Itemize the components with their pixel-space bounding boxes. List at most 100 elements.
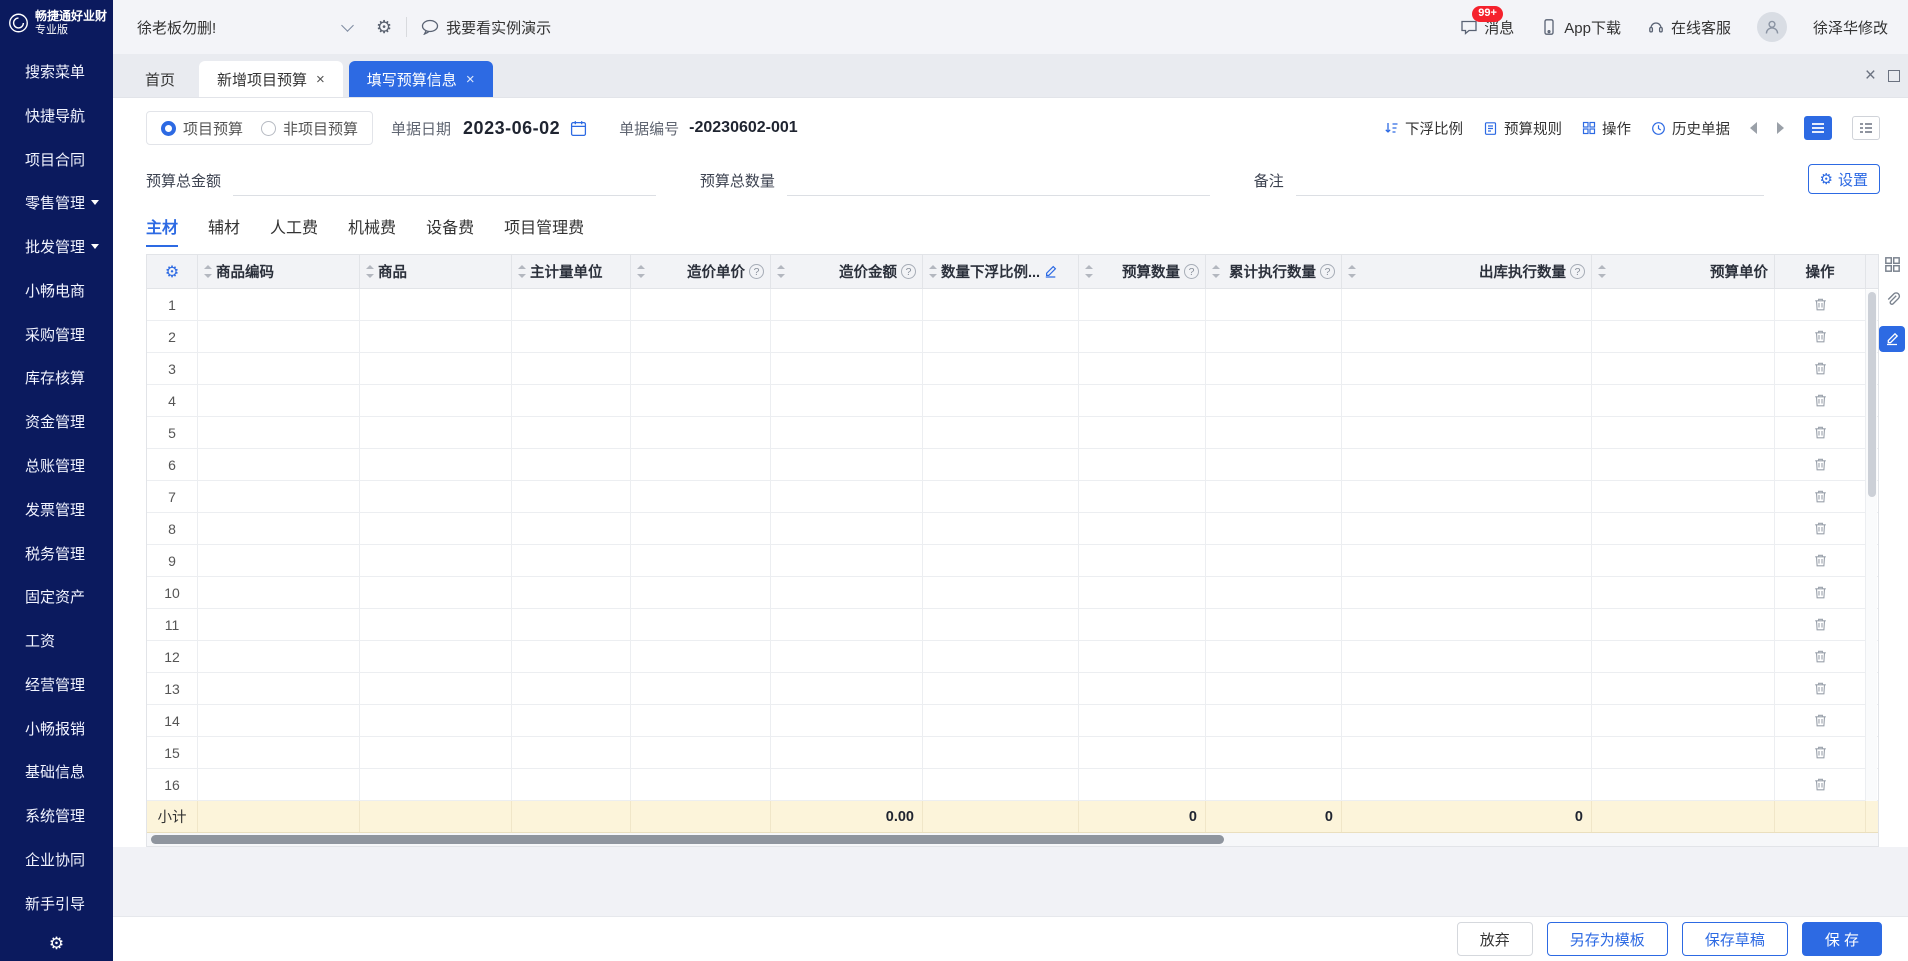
table-cell[interactable] (771, 289, 923, 320)
delete-row-icon[interactable] (1813, 329, 1828, 344)
attachment-icon[interactable] (1884, 291, 1901, 308)
table-cell[interactable] (1342, 737, 1592, 768)
tab-close-icon[interactable]: × (466, 72, 475, 87)
table-cell[interactable] (1206, 737, 1342, 768)
radio-non-project-budget[interactable]: 非项目预算 (261, 118, 358, 139)
material-tab[interactable]: 辅材 (208, 214, 240, 245)
edit-note-icon[interactable] (1879, 326, 1905, 352)
col-product-code[interactable]: 商品编码 (198, 255, 360, 288)
table-cell[interactable] (1342, 353, 1592, 384)
sidebar-item[interactable]: 资金管理 (0, 400, 113, 444)
table-cell[interactable] (198, 353, 360, 384)
table-cell[interactable] (1206, 641, 1342, 672)
table-cell[interactable] (512, 609, 631, 640)
sidebar-item[interactable]: 库存核算 (0, 356, 113, 400)
col-cum-exec-qty[interactable]: 累计执行数量? (1206, 255, 1342, 288)
table-cell[interactable] (1079, 449, 1206, 480)
remark-input[interactable] (1295, 168, 1764, 196)
table-cell[interactable] (1206, 705, 1342, 736)
info-icon[interactable]: ? (749, 264, 764, 279)
delete-row-icon[interactable] (1813, 649, 1828, 664)
delete-row-icon[interactable] (1813, 521, 1828, 536)
table-cell[interactable] (771, 545, 923, 576)
table-cell[interactable] (923, 737, 1079, 768)
table-cell[interactable] (1206, 449, 1342, 480)
table-cell[interactable] (771, 353, 923, 384)
table-cell[interactable] (923, 545, 1079, 576)
table-cell[interactable] (1206, 513, 1342, 544)
sidebar-item[interactable]: 系统管理 (0, 794, 113, 838)
table-cell[interactable] (923, 673, 1079, 704)
table-cell[interactable] (631, 449, 771, 480)
table-cell[interactable] (1079, 705, 1206, 736)
messages-button[interactable]: 消息 99+ (1460, 5, 1514, 38)
table-row[interactable]: 5 (147, 417, 1878, 449)
col-cost-price[interactable]: 造价单价? (631, 255, 771, 288)
workspace-gear-icon[interactable]: ⚙ (376, 17, 392, 38)
table-cell[interactable] (198, 481, 360, 512)
doc-no-value[interactable]: -20230602-001 (689, 119, 798, 137)
table-cell[interactable] (1079, 417, 1206, 448)
detail-view-toggle[interactable] (1852, 116, 1880, 140)
list-view-toggle[interactable] (1804, 116, 1832, 140)
table-cell[interactable] (631, 609, 771, 640)
delete-row-icon[interactable] (1813, 457, 1828, 472)
table-cell[interactable] (1342, 321, 1592, 352)
table-cell[interactable] (631, 321, 771, 352)
col-cost-amount[interactable]: 造价金额? (771, 255, 923, 288)
col-budget-price[interactable]: 预算单价 (1592, 255, 1775, 288)
table-row[interactable]: 4 (147, 385, 1878, 417)
sidebar-item[interactable]: 新手引导 (0, 881, 113, 925)
table-cell[interactable] (198, 769, 360, 800)
vertical-scrollbar[interactable] (1865, 290, 1877, 801)
settings-button[interactable]: ⚙ 设置 (1807, 164, 1880, 194)
close-icon[interactable]: × (1865, 65, 1876, 87)
discard-button[interactable]: 放弃 (1456, 922, 1533, 956)
total-amount-input[interactable] (233, 168, 656, 196)
table-cell[interactable] (923, 641, 1079, 672)
table-cell[interactable] (631, 705, 771, 736)
table-cell[interactable] (1592, 449, 1775, 480)
horizontal-scrollbar[interactable] (147, 833, 1878, 846)
table-cell[interactable] (512, 289, 631, 320)
table-cell[interactable] (631, 769, 771, 800)
table-cell[interactable] (1206, 289, 1342, 320)
material-tab[interactable]: 人工费 (270, 214, 318, 245)
save-as-template-button[interactable]: 另存为模板 (1546, 922, 1668, 956)
table-cell[interactable] (923, 289, 1079, 320)
table-cell[interactable] (360, 321, 512, 352)
table-cell[interactable] (512, 769, 631, 800)
table-cell[interactable] (360, 769, 512, 800)
table-cell[interactable] (923, 385, 1079, 416)
table-cell[interactable] (923, 417, 1079, 448)
save-draft-button[interactable]: 保存草稿 (1681, 922, 1788, 956)
table-cell[interactable] (1079, 577, 1206, 608)
table-cell[interactable] (923, 513, 1079, 544)
table-cell[interactable] (198, 673, 360, 704)
table-cell[interactable] (1206, 577, 1342, 608)
table-cell[interactable] (1206, 673, 1342, 704)
table-cell[interactable] (771, 737, 923, 768)
table-row[interactable]: 1 (147, 289, 1878, 321)
delete-row-icon[interactable] (1813, 585, 1828, 600)
table-cell[interactable] (771, 609, 923, 640)
online-service-button[interactable]: 在线客服 (1647, 17, 1731, 38)
sidebar-item[interactable]: 税务管理 (0, 531, 113, 575)
tab-fill-budget-info[interactable]: 填写预算信息 × (348, 61, 493, 97)
table-cell[interactable] (1592, 513, 1775, 544)
col-qty-float-ratio[interactable]: 数量下浮比例... (923, 255, 1079, 288)
table-cell[interactable] (1342, 417, 1592, 448)
table-cell[interactable] (198, 609, 360, 640)
table-cell[interactable] (1079, 609, 1206, 640)
delete-row-icon[interactable] (1813, 489, 1828, 504)
table-cell[interactable] (631, 385, 771, 416)
table-cell[interactable] (1079, 673, 1206, 704)
table-cell[interactable] (1592, 417, 1775, 448)
table-cell[interactable] (1079, 289, 1206, 320)
table-cell[interactable] (1592, 577, 1775, 608)
table-cell[interactable] (771, 641, 923, 672)
company-selector[interactable]: 徐老板勿删! (127, 11, 362, 44)
table-cell[interactable] (631, 641, 771, 672)
info-icon[interactable]: ? (1184, 264, 1199, 279)
table-cell[interactable] (1079, 769, 1206, 800)
